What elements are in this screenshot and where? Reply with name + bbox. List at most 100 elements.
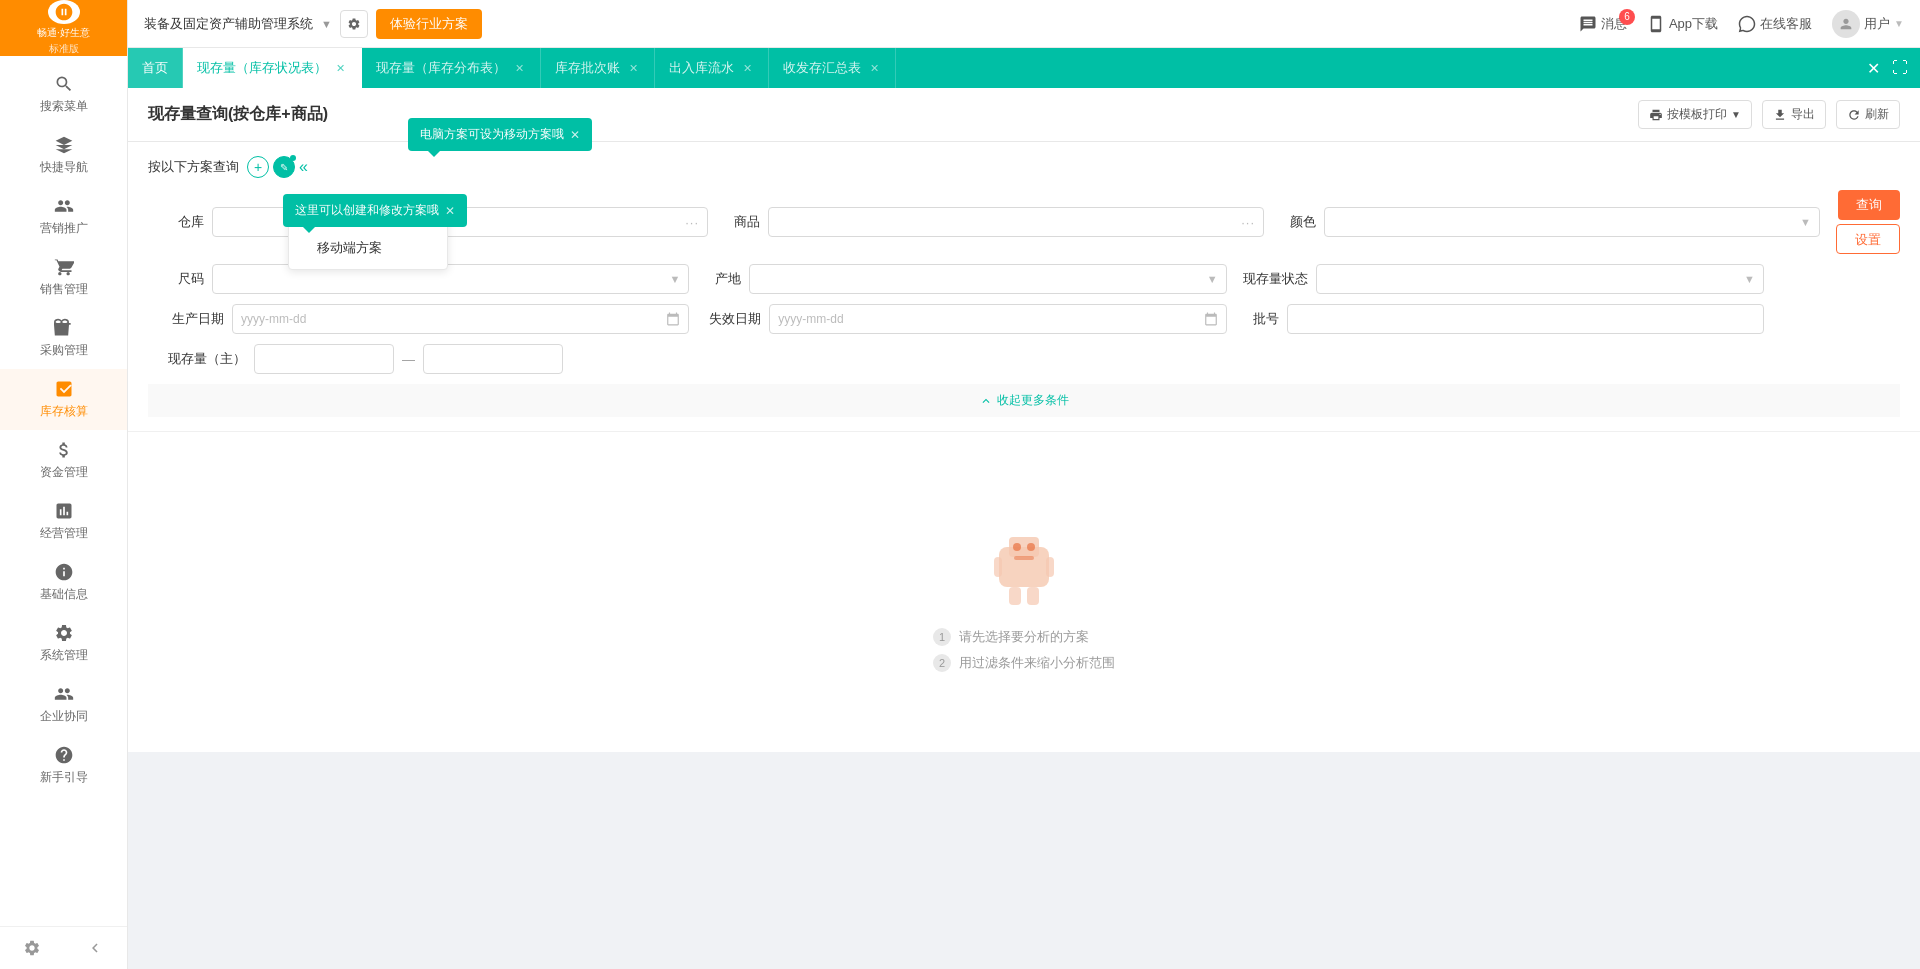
- gear-button[interactable]: [340, 10, 368, 38]
- expiry-date-calendar-icon: [1204, 312, 1218, 326]
- sidebar-item-finance[interactable]: 资金管理: [0, 430, 127, 491]
- online-support-item[interactable]: 在线客服: [1738, 15, 1812, 33]
- print-arrow: ▼: [1731, 109, 1741, 120]
- sidebar-item-marketing[interactable]: 营销推广: [0, 186, 127, 247]
- online-support-label: 在线客服: [1760, 15, 1812, 33]
- expiry-date-input[interactable]: yyyy-mm-dd: [769, 304, 1226, 334]
- tooltip-build-close[interactable]: ✕: [445, 204, 455, 218]
- size-select[interactable]: ▼: [212, 264, 689, 294]
- main-area: 装备及固定资产辅助管理系统 ▼ 体验行业方案 消息 6 App下载 在线客服: [128, 0, 1920, 969]
- goods-select[interactable]: ···: [768, 207, 1264, 237]
- origin-select[interactable]: ▼: [749, 264, 1226, 294]
- tooltip-build: 这里可以创建和修改方案哦 ✕: [283, 194, 467, 227]
- message-badge: 6: [1619, 9, 1635, 25]
- tab-close-inventory-dist[interactable]: ✕: [512, 61, 526, 75]
- search-button[interactable]: 查询: [1838, 190, 1900, 220]
- range-dash: —: [402, 352, 415, 367]
- app-download-label: App下载: [1669, 15, 1718, 33]
- inventory-max-input[interactable]: [423, 344, 563, 374]
- sidebar-item-system[interactable]: 系统管理: [0, 613, 127, 674]
- empty-state: 1 请先选择要分析的方案 2 用过滤条件来缩小分析范围: [128, 432, 1920, 752]
- sidebar-item-management[interactable]: 经营管理: [0, 491, 127, 552]
- app-logo: 畅通·好生意 标准版: [0, 0, 127, 56]
- tooltip-scheme-close[interactable]: ✕: [570, 128, 580, 142]
- color-select[interactable]: ▼: [1324, 207, 1820, 237]
- tab-inventory-dist[interactable]: 现存量（库存分布表） ✕: [362, 48, 541, 88]
- size-label: 尺码: [168, 270, 204, 288]
- app-download-item[interactable]: App下载: [1647, 15, 1718, 33]
- user-item[interactable]: 用户 ▼: [1832, 10, 1904, 38]
- color-label: 颜色: [1280, 213, 1316, 231]
- tabs-maximize-icon[interactable]: ⛶: [1892, 59, 1908, 77]
- tooltip-scheme-text: 电脑方案可设为移动方案哦: [420, 126, 564, 143]
- sidebar-item-collab[interactable]: 企业协同: [0, 674, 127, 735]
- tab-close-summary[interactable]: ✕: [867, 61, 881, 75]
- logo-text: 畅通·好生意: [37, 26, 90, 40]
- filter-group-batch: 批号: [1243, 304, 1764, 334]
- sidebar-label-purchase: 采购管理: [40, 342, 88, 359]
- collapse-bar[interactable]: 收起更多条件: [148, 384, 1900, 417]
- tooltip-scheme: 电脑方案可设为移动方案哦 ✕: [408, 118, 592, 151]
- topbar-right: 消息 6 App下载 在线客服 用户 ▼: [1579, 10, 1904, 38]
- sidebar-label-basic: 基础信息: [40, 586, 88, 603]
- filter-group-stock-status: 现存量状态 ▼: [1243, 264, 1764, 294]
- batch-input[interactable]: [1287, 304, 1764, 334]
- add-scheme-button[interactable]: +: [247, 156, 269, 178]
- settings-button[interactable]: 设置: [1836, 224, 1900, 254]
- tab-home[interactable]: 首页: [128, 48, 183, 88]
- tabs-close-all-icon[interactable]: ✕: [1867, 59, 1880, 78]
- topbar-system: 装备及固定资产辅助管理系统 ▼ 体验行业方案: [144, 9, 1567, 39]
- refresh-button[interactable]: 刷新: [1836, 100, 1900, 129]
- sidebar-item-purchase[interactable]: 采购管理: [0, 308, 127, 369]
- refresh-label: 刷新: [1865, 106, 1889, 123]
- sidebar-item-basic[interactable]: 基础信息: [0, 552, 127, 613]
- scheme-item-mobile[interactable]: 移动端方案: [289, 233, 447, 263]
- svg-point-3: [1027, 543, 1035, 551]
- sidebar-item-nav[interactable]: 快捷导航: [0, 125, 127, 186]
- svg-point-2: [1013, 543, 1021, 551]
- sidebar-label-collab: 企业协同: [40, 708, 88, 725]
- print-button[interactable]: 按模板打印 ▼: [1638, 100, 1752, 129]
- tabs-bar: 首页 现存量（库存状况表） ✕ 现存量（库存分布表） ✕ 库存批次账 ✕ 出入库…: [128, 48, 1920, 88]
- sidebar-item-sales[interactable]: 销售管理: [0, 247, 127, 308]
- warehouse-dots: ···: [685, 215, 699, 230]
- tab-close-inout[interactable]: ✕: [740, 61, 754, 75]
- logo-icon: [48, 0, 80, 24]
- filter-label-row: 按以下方案查询 + ✎ « ▶ 电脑端方案: [148, 156, 1900, 178]
- tabs-actions: ✕ ⛶: [1855, 48, 1920, 88]
- topbar: 装备及固定资产辅助管理系统 ▼ 体验行业方案 消息 6 App下载 在线客服: [128, 0, 1920, 48]
- manufacture-date-input[interactable]: yyyy-mm-dd: [232, 304, 689, 334]
- industry-btn[interactable]: 体验行业方案: [376, 9, 482, 39]
- step-2-text: 用过滤条件来缩小分析范围: [959, 654, 1115, 672]
- tab-close-inventory-status[interactable]: ✕: [333, 61, 347, 75]
- step-num-2: 2: [933, 654, 951, 672]
- message-item[interactable]: 消息 6: [1579, 15, 1627, 33]
- tab-inout-flow[interactable]: 出入库流水 ✕: [655, 48, 769, 88]
- expiry-date-label: 失效日期: [705, 310, 761, 328]
- tab-batch-account[interactable]: 库存批次账 ✕: [541, 48, 655, 88]
- filter-group-goods: 商品 ···: [724, 207, 1264, 237]
- edit-scheme-button[interactable]: ✎: [273, 156, 295, 178]
- empty-step-1: 1 请先选择要分析的方案: [933, 628, 1115, 646]
- filter-group-origin: 产地 ▼: [705, 264, 1226, 294]
- dropdown-arrow-icon: ▼: [321, 18, 332, 30]
- tab-home-label: 首页: [142, 59, 168, 77]
- inventory-min-input[interactable]: [254, 344, 394, 374]
- logo-badge: 标准版: [49, 42, 79, 56]
- tab-close-batch[interactable]: ✕: [626, 61, 640, 75]
- tab-summary[interactable]: 收发存汇总表 ✕: [769, 48, 896, 88]
- tab-inventory-status[interactable]: 现存量（库存状况表） ✕: [183, 48, 362, 88]
- print-label: 按模板打印: [1667, 106, 1727, 123]
- sidebar-item-guide[interactable]: 新手引导: [0, 735, 127, 796]
- sidebar-item-inventory[interactable]: 库存核算: [0, 369, 127, 430]
- manufacture-date-calendar-icon: [666, 312, 680, 326]
- settings-icon[interactable]: [23, 939, 41, 957]
- sidebar-item-search[interactable]: 搜索菜单: [0, 64, 127, 125]
- collapse-sidebar-icon[interactable]: [86, 939, 104, 957]
- user-dropdown-icon: ▼: [1894, 18, 1904, 29]
- stock-status-select[interactable]: ▼: [1316, 264, 1764, 294]
- export-button[interactable]: 导出: [1762, 100, 1826, 129]
- stock-status-label: 现存量状态: [1243, 270, 1308, 288]
- tab-summary-label: 收发存汇总表: [783, 59, 861, 77]
- back-arrow-button[interactable]: «: [299, 158, 308, 176]
